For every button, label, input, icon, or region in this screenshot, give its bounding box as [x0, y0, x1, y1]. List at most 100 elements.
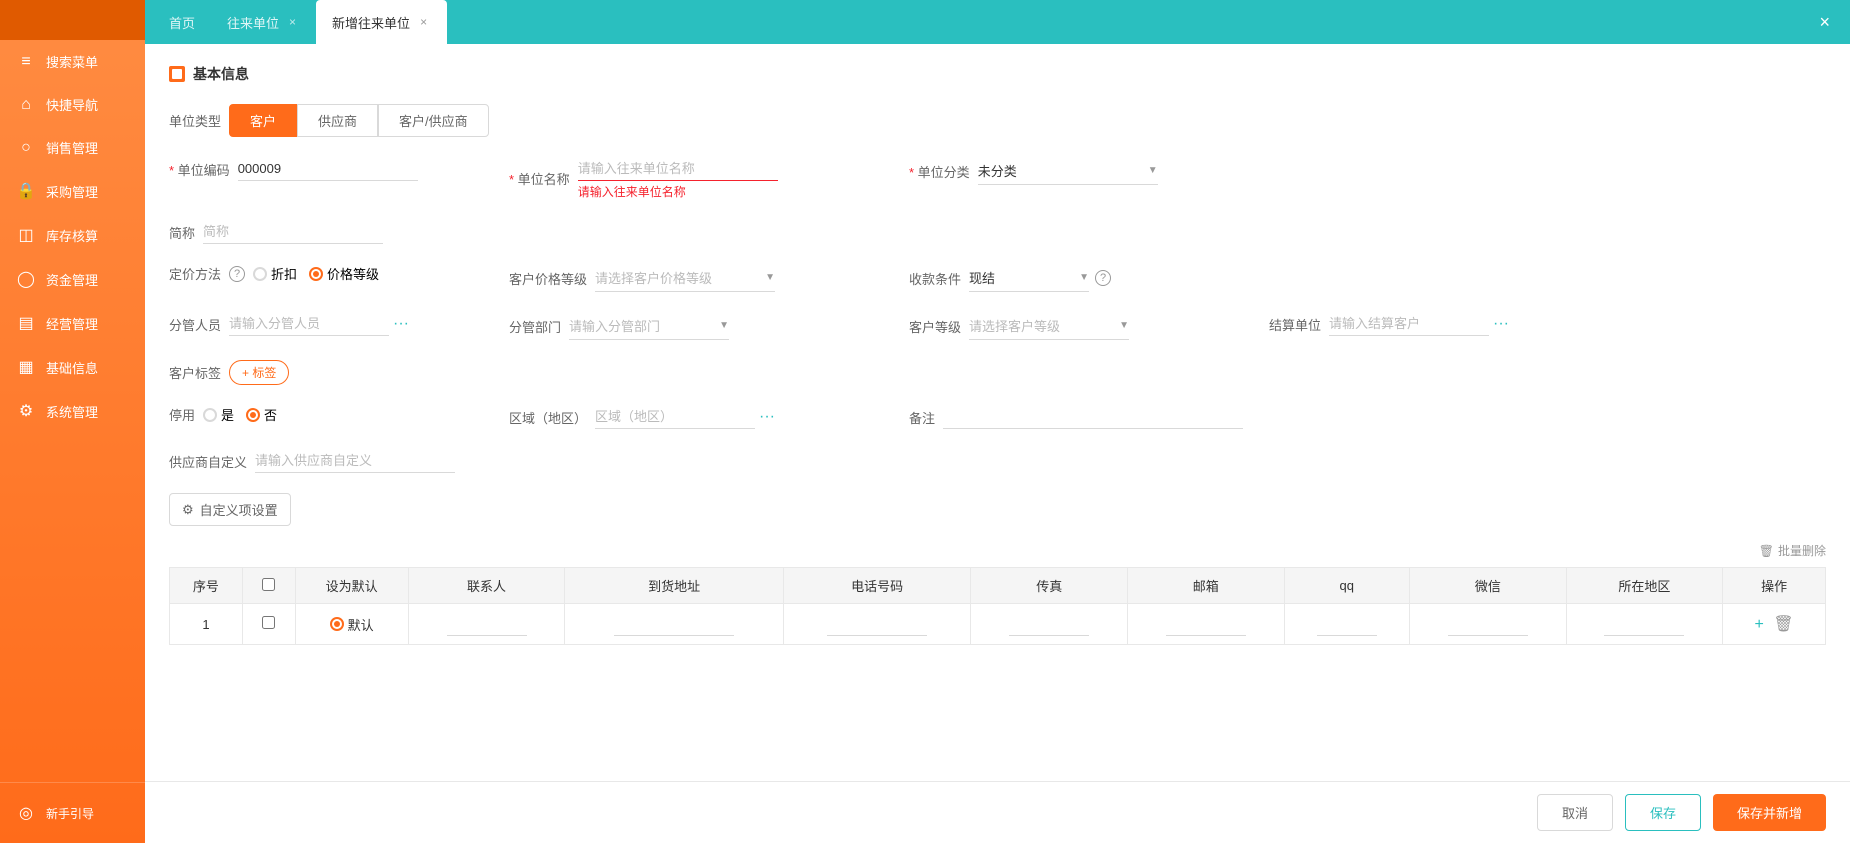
- sidebar-item-quicknav[interactable]: ⌂ 快捷导航: [0, 83, 145, 126]
- supplier-custom-input[interactable]: [255, 449, 455, 473]
- col-area: 所在地区: [1566, 568, 1723, 604]
- sidebar-item-system[interactable]: ⚙ 系统管理: [0, 389, 145, 433]
- row-delete-btn[interactable]: 🗑: [1773, 616, 1793, 633]
- pricing-level[interactable]: 价格等级: [309, 264, 379, 283]
- row-address-input[interactable]: [614, 612, 734, 636]
- customer-level-arrow: ▼: [1119, 320, 1129, 331]
- sidebar-item-inventory[interactable]: ◫ 库存核算: [0, 213, 145, 257]
- department-select[interactable]: 请输入分管部门 ▼: [569, 312, 729, 340]
- col-contact: 联系人: [408, 568, 565, 604]
- unit-type-row: 单位类型 客户 供应商 客户/供应商: [169, 104, 1826, 137]
- unit-code-group: 单位编码: [169, 157, 489, 181]
- payment-terms-select[interactable]: 现结 ▼: [969, 264, 1089, 292]
- save-button[interactable]: 保存: [1625, 794, 1701, 831]
- settlement-unit-input[interactable]: [1329, 312, 1489, 336]
- sidebar-item-newbie[interactable]: ◎ 新手引导: [0, 791, 145, 835]
- batch-delete-button[interactable]: 🗑 批量删除: [1759, 542, 1826, 559]
- department-group: 分管部门 请输入分管部门 ▼: [509, 312, 889, 340]
- tab-contacts-label: 往来单位: [227, 13, 279, 32]
- unit-type-customer[interactable]: 客户: [229, 104, 297, 137]
- settlement-unit-more-btn[interactable]: ···: [1489, 315, 1513, 333]
- row-action: + 🗑: [1723, 604, 1826, 645]
- pricing-discount-label: 折扣: [271, 264, 297, 283]
- close-new-contact-tab[interactable]: ×: [416, 13, 431, 31]
- tab-home[interactable]: 首页: [153, 0, 211, 44]
- payment-terms-help-icon[interactable]: ?: [1095, 270, 1111, 286]
- pricing-help-icon[interactable]: ?: [229, 266, 245, 282]
- page-footer: 取消 保存 保存并新增: [145, 781, 1850, 843]
- col-address: 到货地址: [565, 568, 784, 604]
- unit-type-buttons: 客户 供应商 客户/供应商: [229, 104, 489, 137]
- unit-name-input[interactable]: [578, 157, 778, 181]
- search-icon: ≡: [16, 53, 36, 71]
- save-add-button[interactable]: 保存并新增: [1713, 794, 1826, 831]
- section-title: 基本信息: [193, 64, 249, 84]
- short-name-input[interactable]: [203, 220, 383, 244]
- page-content: 基本信息 单位类型 客户 供应商 客户/供应商 单位编码 单位名称: [145, 44, 1850, 781]
- row-email-input[interactable]: [1166, 612, 1246, 636]
- department-arrow: ▼: [719, 320, 729, 331]
- sidebar-item-finance[interactable]: ◯ 资金管理: [0, 257, 145, 301]
- unit-type-supplier[interactable]: 供应商: [297, 104, 378, 137]
- select-all-checkbox[interactable]: [262, 578, 275, 591]
- sidebar-item-label: 新手引导: [46, 805, 94, 822]
- sidebar: ≡ 搜索菜单 ⌂ 快捷导航 ○ 销售管理 🔒 采购管理 ◫ 库存核算 ◯ 资金管…: [0, 0, 145, 843]
- row-fax: [971, 604, 1128, 645]
- unit-category-select[interactable]: 未分类 ▼: [978, 157, 1158, 185]
- sidebar-item-search[interactable]: ≡ 搜索菜单: [0, 40, 145, 83]
- customer-price-level-value: 请选择客户价格等级: [595, 268, 761, 287]
- unit-name-input-wrapper: 请输入往来单位名称: [578, 157, 778, 200]
- newbie-icon: ◎: [16, 803, 36, 823]
- custom-settings-label: 自定义项设置: [200, 500, 278, 519]
- customer-level-select[interactable]: 请选择客户等级 ▼: [969, 312, 1129, 340]
- add-tag-button[interactable]: + 标签: [229, 360, 289, 385]
- customer-price-level-select[interactable]: 请选择客户价格等级 ▼: [595, 264, 775, 292]
- sidebar-item-operation[interactable]: ▤ 经营管理: [0, 301, 145, 345]
- payment-terms-value: 现结: [969, 268, 1075, 287]
- col-fax: 传真: [971, 568, 1128, 604]
- row-fax-input[interactable]: [1009, 612, 1089, 636]
- unit-code-input[interactable]: [238, 157, 418, 181]
- table-header-row: 序号 设为默认 联系人 到货地址 电话号码 传真 邮箱 qq 微信 所在地区 操…: [170, 568, 1826, 604]
- region-more-btn[interactable]: ···: [755, 408, 779, 426]
- sidebar-item-sales[interactable]: ○ 销售管理: [0, 126, 145, 169]
- row-wechat-input[interactable]: [1448, 612, 1528, 636]
- row-add-btn[interactable]: +: [1754, 616, 1763, 633]
- payment-terms-arrow: ▼: [1079, 272, 1089, 283]
- row-default-radio[interactable]: 默认: [330, 615, 374, 634]
- inventory-icon: ◫: [16, 225, 36, 245]
- basic-icon: ▦: [16, 357, 36, 377]
- manager-more-btn[interactable]: ···: [389, 315, 413, 333]
- settlement-unit-label: 结算单位: [1269, 315, 1321, 334]
- pricing-discount[interactable]: 折扣: [253, 264, 297, 283]
- row-area-input[interactable]: [1604, 612, 1684, 636]
- unit-type-label: 单位类型: [169, 111, 221, 130]
- section-header: 基本信息: [169, 64, 1826, 84]
- tab-contacts[interactable]: 往来单位 ×: [211, 0, 316, 44]
- unit-type-both[interactable]: 客户/供应商: [378, 104, 489, 137]
- pricing-level-radio: [309, 267, 323, 281]
- row-default: 默认: [295, 604, 408, 645]
- batch-delete-label: 批量删除: [1778, 542, 1826, 559]
- sidebar-item-purchase[interactable]: 🔒 采购管理: [0, 169, 145, 213]
- disabled-no[interactable]: 否: [246, 405, 277, 424]
- disabled-yes[interactable]: 是: [203, 405, 234, 424]
- manager-input[interactable]: [229, 312, 389, 336]
- window-close-button[interactable]: ×: [1807, 12, 1842, 33]
- row-select-checkbox[interactable]: [262, 616, 275, 629]
- customer-level-group: 客户等级 请选择客户等级 ▼: [909, 312, 1249, 340]
- col-phone: 电话号码: [783, 568, 971, 604]
- row-contact-input[interactable]: [447, 612, 527, 636]
- row-qq-input[interactable]: [1317, 612, 1377, 636]
- row-phone-input[interactable]: [827, 612, 927, 636]
- tab-new-contact[interactable]: 新增往来单位 ×: [316, 0, 447, 44]
- operation-icon: ▤: [16, 313, 36, 333]
- payment-terms-group: 收款条件 现结 ▼ ?: [909, 264, 1826, 292]
- cancel-button[interactable]: 取消: [1537, 794, 1613, 831]
- region-input[interactable]: [595, 405, 755, 429]
- sidebar-item-basic[interactable]: ▦ 基础信息: [0, 345, 145, 389]
- sidebar-item-label: 销售管理: [46, 138, 98, 157]
- remarks-input[interactable]: [943, 405, 1243, 429]
- custom-settings-button[interactable]: ⚙ 自定义项设置: [169, 493, 291, 526]
- close-contacts-tab[interactable]: ×: [285, 13, 300, 31]
